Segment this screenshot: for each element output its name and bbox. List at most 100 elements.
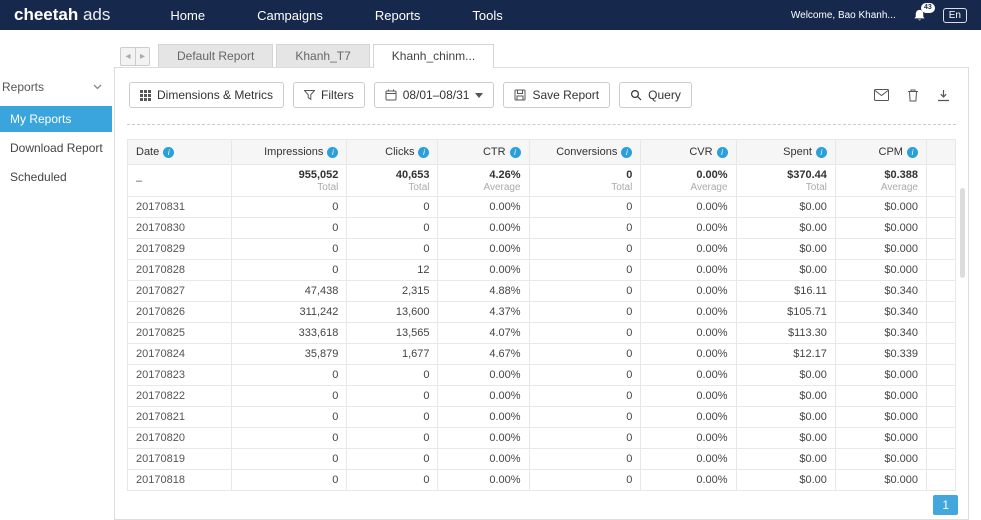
grid-icon: [140, 89, 151, 101]
table-cell: $0.000: [834, 196, 927, 218]
table-cell: 0.00%: [437, 238, 530, 260]
table-row: 20170819 0 0 0.00% 0 0.00% $0.00 $0.000: [127, 448, 957, 470]
column-header-ctr[interactable]: CTR i: [437, 139, 530, 165]
info-icon[interactable]: i: [509, 146, 521, 158]
tabs-next-button[interactable]: ▸: [135, 47, 150, 66]
brand-cheetah: cheetah: [14, 5, 79, 24]
table-cell: 0: [346, 385, 439, 407]
sidebar-section-reports[interactable]: Reports: [0, 74, 112, 100]
nav-item-reports[interactable]: Reports: [375, 8, 421, 23]
column-header-conversions[interactable]: Conversions i: [528, 139, 642, 165]
table-cell: 1,677: [346, 343, 439, 365]
email-icon[interactable]: [874, 89, 889, 101]
table-cell: $0.00: [735, 406, 836, 428]
info-icon[interactable]: i: [418, 146, 430, 158]
table-cell: 0: [230, 217, 348, 239]
caret-down-icon: [475, 92, 484, 98]
column-header-cvr[interactable]: CVR i: [640, 139, 737, 165]
table-cell: 0: [528, 427, 642, 449]
table-cell: $0.000: [834, 448, 927, 470]
tab-khanh-t7[interactable]: Khanh_T7: [276, 44, 370, 67]
table-cell: 0.00%: [640, 301, 737, 323]
column-header-impressions[interactable]: Impressions i: [230, 139, 348, 165]
filters-button[interactable]: Filters: [293, 82, 365, 108]
language-button[interactable]: En: [942, 7, 967, 23]
date-cell: 20170826: [127, 301, 232, 323]
table-cell: 0: [230, 448, 348, 470]
table-cell: $0.00: [735, 217, 836, 239]
info-icon[interactable]: i: [906, 146, 918, 158]
date-cell: 20170820: [127, 427, 232, 449]
query-button[interactable]: Query: [619, 82, 692, 108]
nav-item-tools[interactable]: Tools: [472, 8, 502, 23]
summary-sublabel: Average: [880, 181, 918, 193]
info-icon[interactable]: i: [163, 146, 175, 158]
column-label: CVR: [689, 146, 713, 158]
table-cell: 0: [528, 469, 642, 491]
date-cell: 20170828: [127, 259, 232, 281]
pagination: 1: [933, 495, 958, 515]
table-row: 20170824 35,879 1,677 4.67% 0 0.00% $12.17 $0.3…: [127, 343, 957, 365]
table-cell: $0.00: [735, 469, 836, 491]
table-cell: 0.00%: [437, 217, 530, 239]
nav-item-home[interactable]: Home: [170, 8, 205, 23]
table-cell: 12: [346, 259, 439, 281]
save-report-label: Save Report: [532, 88, 600, 102]
info-icon[interactable]: i: [621, 146, 633, 158]
trash-icon[interactable]: [907, 89, 919, 102]
welcome-user-link[interactable]: Welcome, Bao Khanh...: [791, 10, 896, 21]
tab-scroll-arrows: ◂ ▸: [120, 47, 150, 66]
table-cell: $113.30: [735, 322, 836, 344]
info-icon[interactable]: i: [815, 146, 827, 158]
table-cell: $0.00: [735, 427, 836, 449]
page-1-button[interactable]: 1: [933, 495, 958, 515]
table-row: 20170827 47,438 2,315 4.88% 0 0.00% $16.11 $0.3…: [127, 280, 957, 302]
navbar-right: Welcome, Bao Khanh... 43 En: [791, 2, 967, 23]
sidebar-section-label: Reports: [2, 80, 45, 94]
table-cell: $0.000: [834, 259, 927, 281]
report-tabs: Default Report Khanh_T7 Khanh_chinm...: [158, 44, 497, 68]
tabs-prev-button[interactable]: ◂: [120, 47, 135, 66]
date-cell: 20170818: [127, 469, 232, 491]
table-cell: 0: [230, 469, 348, 491]
save-report-button[interactable]: Save Report: [503, 82, 611, 108]
column-header-date[interactable]: Date i: [127, 139, 232, 165]
summary-cell: $370.44 Total: [735, 164, 836, 197]
table-cell: 0: [528, 301, 642, 323]
tab-default-report[interactable]: Default Report: [158, 44, 274, 67]
toolbar-right-icons: [874, 89, 954, 102]
download-icon[interactable]: [937, 89, 950, 102]
column-header-cpm[interactable]: CPM i: [834, 139, 927, 165]
summary-value: $0.388: [884, 168, 918, 181]
tab-khanh-chinm[interactable]: Khanh_chinm...: [372, 44, 495, 68]
sidebar-item-scheduled[interactable]: Scheduled: [0, 164, 112, 190]
brand-logo[interactable]: cheetah ads: [14, 5, 110, 25]
summary-sublabel: Total: [805, 181, 827, 193]
report-card: Dimensions & Metrics Filters 08/01–08/31…: [114, 67, 969, 520]
table-cell: 0.00%: [640, 217, 737, 239]
summary-value: 955,052: [298, 168, 339, 181]
table-cell: 0: [528, 343, 642, 365]
table-cell: 0.00%: [640, 385, 737, 407]
info-icon[interactable]: i: [716, 146, 728, 158]
notifications-bell-icon[interactable]: 43: [912, 2, 935, 23]
column-header-clicks[interactable]: Clicks i: [346, 139, 439, 165]
table-cell: $0.339: [834, 343, 927, 365]
table-scrollbar[interactable]: [960, 188, 965, 278]
date-cell: 20170822: [127, 385, 232, 407]
sidebar-item-download-report[interactable]: Download Report: [0, 135, 112, 161]
table-cell: 311,242: [230, 301, 348, 323]
filters-label: Filters: [321, 88, 354, 102]
nav-item-campaigns[interactable]: Campaigns: [257, 8, 323, 23]
summary-sublabel: Total: [408, 181, 430, 193]
column-label: CTR: [482, 146, 506, 158]
table-row: 20170823 0 0 0.00% 0 0.00% $0.00 $0.000: [127, 364, 957, 386]
sidebar-item-my-reports[interactable]: My Reports: [0, 106, 112, 132]
table-row: 20170830 0 0 0.00% 0 0.00% $0.00 $0.000: [127, 217, 957, 239]
dimensions-metrics-button[interactable]: Dimensions & Metrics: [129, 82, 285, 108]
info-icon[interactable]: i: [327, 146, 339, 158]
summary-date-cell: –: [127, 164, 232, 197]
date-range-button[interactable]: 08/01–08/31: [373, 82, 495, 108]
column-header-spent[interactable]: Spent i: [735, 139, 836, 165]
table-row: 20170820 0 0 0.00% 0 0.00% $0.00 $0.000: [127, 427, 957, 449]
